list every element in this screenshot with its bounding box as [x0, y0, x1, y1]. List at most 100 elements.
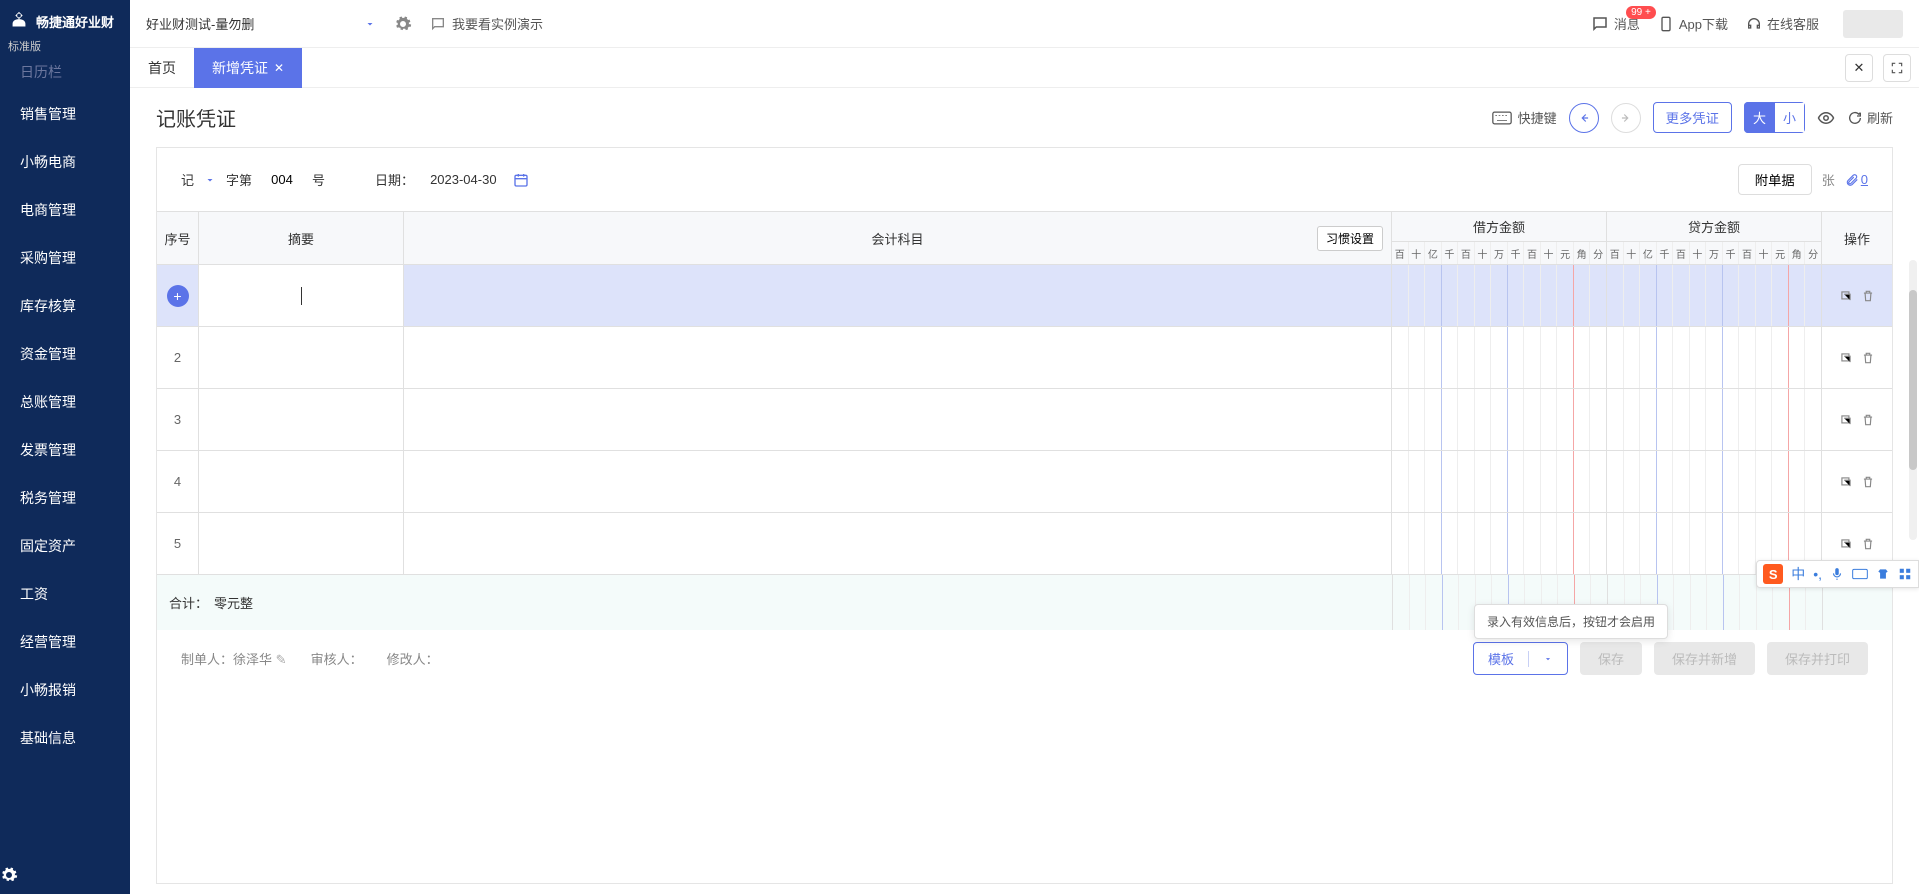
nav-item-assets[interactable]: 固定资产	[0, 522, 130, 570]
col-credit-header: 贷方金额 百十亿千百十万千百十元角分	[1607, 212, 1822, 264]
scrollbar-thumb[interactable]	[1909, 290, 1917, 470]
size-small[interactable]: 小	[1775, 102, 1805, 133]
attachment-link[interactable]: 0	[1845, 172, 1868, 187]
summary-cell[interactable]	[199, 389, 404, 450]
nav-item-partial[interactable]: 日历栏	[0, 62, 130, 90]
copy-row-icon[interactable]	[1839, 413, 1853, 427]
nav-item-funds[interactable]: 资金管理	[0, 330, 130, 378]
ime-mic-icon[interactable]	[1830, 567, 1844, 581]
nav-item-ledger[interactable]: 总账管理	[0, 378, 130, 426]
chevron-down-icon	[364, 18, 376, 30]
delete-row-icon[interactable]	[1861, 413, 1875, 427]
refresh-label: 刷新	[1867, 108, 1893, 127]
attach-document-button[interactable]: 附单据	[1738, 164, 1812, 195]
summary-cell[interactable]	[199, 451, 404, 512]
hao-label: 号	[312, 170, 325, 189]
delete-row-icon[interactable]	[1861, 475, 1875, 489]
nav-item-basic[interactable]: 基础信息	[0, 714, 130, 762]
next-voucher-button[interactable]	[1611, 103, 1641, 133]
nav-item-purchase[interactable]: 采购管理	[0, 234, 130, 282]
summary-cell[interactable]	[199, 327, 404, 388]
table-row[interactable]: 5	[157, 512, 1892, 574]
date-value[interactable]: 2023-04-30	[430, 172, 497, 187]
col-debit-header: 借方金额 百十亿千百十万千百十元角分	[1392, 212, 1607, 264]
maker-label: 制单人：	[181, 652, 233, 667]
messages-button[interactable]: 消息 99 +	[1591, 14, 1640, 33]
nav-item-ecomm[interactable]: 电商管理	[0, 186, 130, 234]
nav-item-inventory[interactable]: 库存核算	[0, 282, 130, 330]
voucher-table: 序号 摘要 会计科目 习惯设置 借方金额 百十亿千百十万千百十元角分 贷方金额 …	[157, 211, 1892, 630]
account-cell[interactable]	[404, 389, 1392, 450]
nav-item-expense[interactable]: 小畅报销	[0, 666, 130, 714]
demo-text: 我要看实例演示	[452, 14, 543, 33]
col-account-header: 会计科目 习惯设置	[404, 212, 1392, 264]
copy-row-icon[interactable]	[1839, 351, 1853, 365]
ime-toolbar[interactable]: S 中 •,	[1756, 560, 1919, 588]
fullscreen-button[interactable]	[1883, 54, 1911, 82]
scrollbar[interactable]	[1909, 260, 1917, 540]
close-icon[interactable]: ✕	[274, 61, 284, 75]
phone-icon	[1658, 16, 1674, 32]
avatar[interactable]	[1843, 10, 1903, 38]
voucher-number-input[interactable]	[262, 172, 302, 188]
total-label: 合计：	[169, 593, 208, 612]
service-button[interactable]: 在线客服	[1746, 14, 1819, 33]
account-cell[interactable]	[404, 451, 1392, 512]
copy-row-icon[interactable]	[1839, 475, 1853, 489]
settings-icon[interactable]	[394, 15, 412, 33]
voucher-type[interactable]: 记	[181, 170, 194, 189]
nav-item-salary[interactable]: 工资	[0, 570, 130, 618]
table-body: +2345	[157, 264, 1892, 574]
table-row[interactable]: 2	[157, 326, 1892, 388]
col-seq-header: 序号	[157, 212, 199, 264]
table-row[interactable]: 3	[157, 388, 1892, 450]
refresh-button[interactable]: 刷新	[1847, 108, 1893, 127]
add-row-button[interactable]: +	[167, 285, 189, 307]
nav-item-business[interactable]: 经营管理	[0, 618, 130, 666]
summary-cell[interactable]	[199, 513, 404, 574]
prev-voucher-button[interactable]	[1569, 103, 1599, 133]
calendar-icon[interactable]	[513, 172, 529, 188]
template-button[interactable]: 模板	[1473, 642, 1568, 675]
account-cell[interactable]	[404, 513, 1392, 574]
summary-cell[interactable]	[199, 265, 404, 326]
sidebar-settings[interactable]	[0, 856, 130, 894]
size-big[interactable]: 大	[1744, 102, 1775, 133]
ime-lang[interactable]: 中	[1791, 564, 1805, 584]
copy-row-icon[interactable]	[1839, 537, 1853, 551]
table-row[interactable]: +	[157, 264, 1892, 326]
zidi-label: 字第	[226, 170, 252, 189]
ime-keyboard-icon[interactable]	[1852, 568, 1868, 580]
ime-punct-icon[interactable]: •,	[1813, 566, 1822, 582]
delete-row-icon[interactable]	[1861, 537, 1875, 551]
maker-name: 徐泽华	[233, 652, 272, 667]
delete-row-icon[interactable]	[1861, 289, 1875, 303]
voucher-form-row: 记 字第 号 日期： 2023-04-30 附单据 张 0	[157, 148, 1892, 211]
tab-close-button[interactable]: ✕	[1845, 54, 1873, 82]
tab-home[interactable]: 首页	[130, 48, 194, 88]
sogou-logo-icon: S	[1763, 564, 1783, 584]
tab-new-voucher[interactable]: 新增凭证 ✕	[194, 48, 302, 88]
nav-item-tax[interactable]: 税务管理	[0, 474, 130, 522]
edit-icon[interactable]: ✎	[276, 652, 287, 667]
ime-skin-icon[interactable]	[1876, 567, 1890, 581]
org-selector[interactable]: 好业财测试-量勿删	[146, 14, 376, 33]
tab-home-label: 首页	[148, 58, 176, 78]
chevron-down-icon[interactable]	[204, 174, 216, 186]
more-vouchers-button[interactable]: 更多凭证	[1653, 102, 1732, 133]
ime-tools-icon[interactable]	[1898, 567, 1912, 581]
copy-row-icon[interactable]	[1839, 289, 1853, 303]
app-download-button[interactable]: App下载	[1658, 14, 1728, 33]
nav-item-ecomm-xc[interactable]: 小畅电商	[0, 138, 130, 186]
account-cell[interactable]	[404, 327, 1392, 388]
shortcut-button[interactable]: 快捷键	[1492, 108, 1557, 127]
nav-item-sales[interactable]: 销售管理	[0, 90, 130, 138]
table-row[interactable]: 4	[157, 450, 1892, 512]
preview-button[interactable]	[1817, 109, 1835, 127]
delete-row-icon[interactable]	[1861, 351, 1875, 365]
sheets-label: 张	[1822, 170, 1835, 189]
demo-link[interactable]: 我要看实例演示	[430, 14, 543, 33]
account-cell[interactable]	[404, 265, 1392, 326]
nav-item-invoice[interactable]: 发票管理	[0, 426, 130, 474]
habit-settings-button[interactable]: 习惯设置	[1317, 226, 1383, 251]
